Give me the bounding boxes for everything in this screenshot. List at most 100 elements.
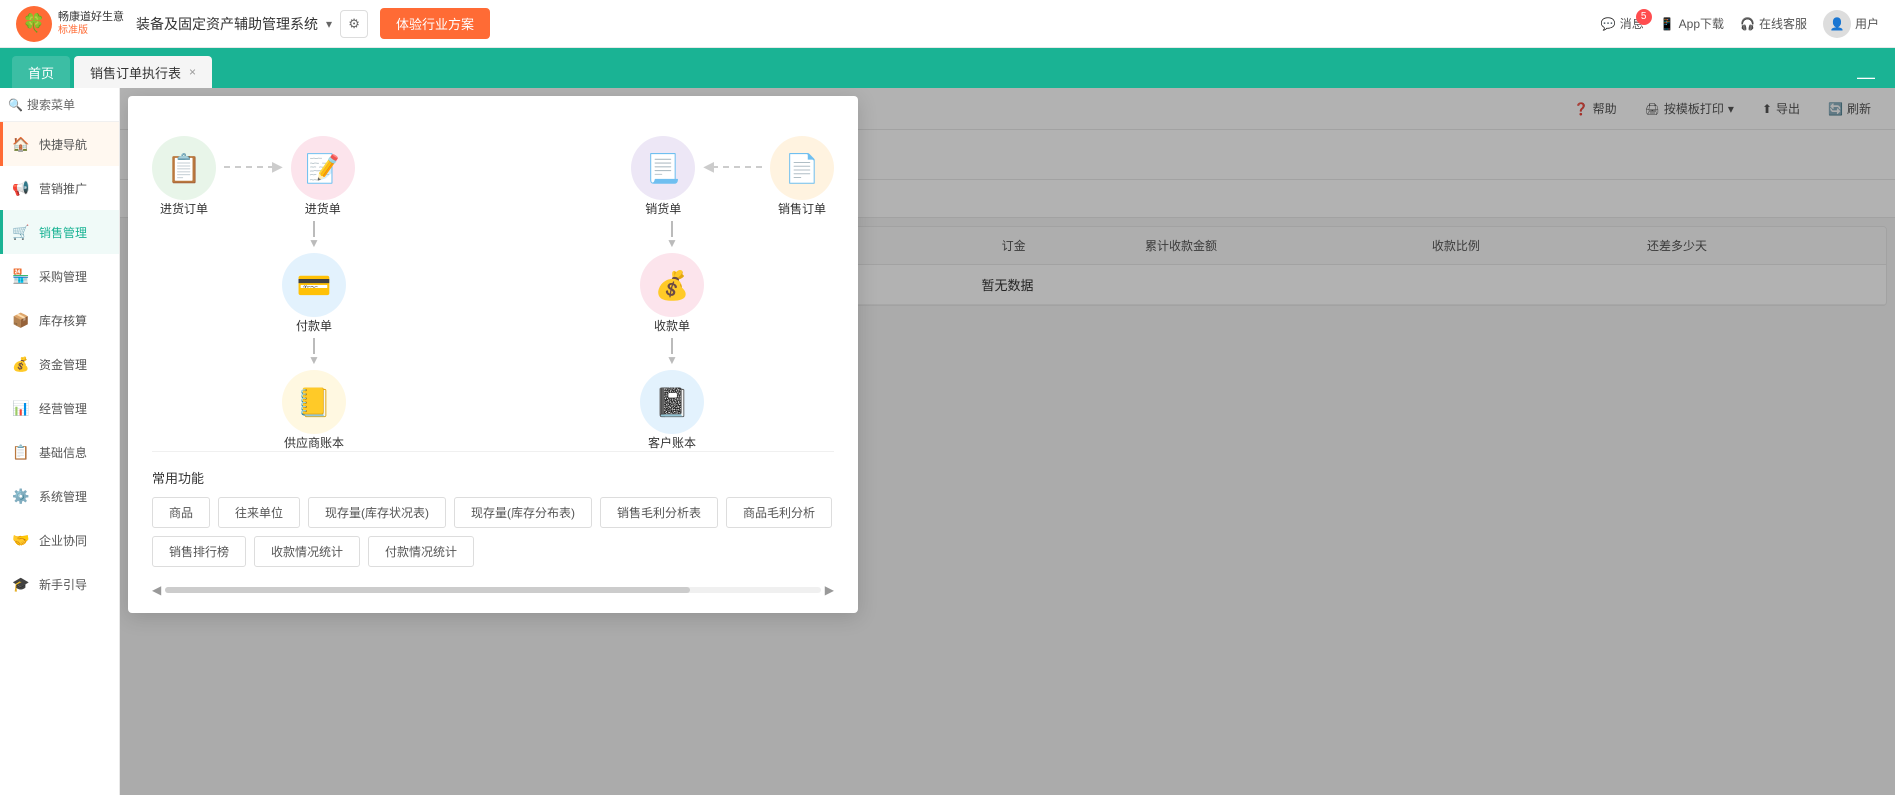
func-buttons: 商品 往来单位 现存量(库存状况表) 现存量(库存分布表) 销售毛利分析表 商品…	[152, 497, 834, 528]
common-funcs-title: 常用功能	[152, 468, 834, 487]
purchase-order-circle: 📋	[152, 136, 216, 200]
experience-btn[interactable]: 体验行业方案	[380, 8, 490, 39]
flow-row-1: 📋 进货订单 ▶ 📝	[152, 136, 834, 217]
payment-bill-icon: 💳	[297, 269, 332, 302]
finance-icon: 💰	[11, 354, 31, 374]
sidebar-item-marketing[interactable]: 📢 营销推广	[0, 166, 119, 210]
sidebar-search[interactable]: 🔍 搜索菜单	[0, 88, 119, 122]
common-funcs: 常用功能 商品 往来单位 现存量(库存状况表) 现存量(库存分布表) 销售毛利分…	[152, 451, 834, 567]
app-download-btn[interactable]: 📱 App下载	[1660, 15, 1724, 32]
flow-item-payment-bill[interactable]: 💳 付款单	[282, 253, 346, 334]
logo-icon: 🍀	[16, 6, 52, 42]
payment-bill-label: 付款单	[296, 317, 332, 334]
purchase-order-icon: 📋	[167, 152, 202, 185]
scroll-right-arrow[interactable]: ▶	[825, 583, 834, 597]
func-btn-goods[interactable]: 商品	[152, 497, 210, 528]
sidebar-item-quick-nav[interactable]: 🏠 快捷导航	[0, 122, 119, 166]
func-buttons-row2: 销售排行榜 收款情况统计 付款情况统计	[152, 536, 834, 567]
sidebar-item-sales[interactable]: 🛒 销售管理	[0, 210, 119, 254]
logo-text: 畅康道好生意 标准版	[58, 10, 124, 37]
basic-info-icon: 📋	[11, 442, 31, 462]
func-btn-sales-profit[interactable]: 销售毛利分析表	[600, 497, 718, 528]
main-layout: 🔍 搜索菜单 🏠 快捷导航 📢 营销推广 🛒 销售管理 🏪 采购管理 📦 库存核…	[0, 88, 1895, 795]
sales-order-circle: 📄	[770, 136, 834, 200]
customer-ledger-label: 客户账本	[648, 434, 696, 451]
tab-home[interactable]: 首页	[12, 56, 70, 88]
purchase-bill-icon: 📝	[305, 152, 340, 185]
sidebar-item-system[interactable]: ⚙️ 系统管理	[0, 474, 119, 518]
tab-sales-order-exec[interactable]: 销售订单执行表 ×	[74, 56, 212, 88]
newbie-icon: 🎓	[11, 574, 31, 594]
receipt-bill-circle: 💰	[640, 253, 704, 317]
flow-row-3: 💳 付款单 💰 收款单	[152, 253, 834, 334]
flow-item-customer-ledger[interactable]: 📓 客户账本	[640, 370, 704, 451]
quick-nav-icon: 🏠	[11, 134, 31, 154]
modal-overlay[interactable]: 📋 进货订单 ▶ 📝	[120, 88, 1895, 795]
arrow-down-receipt: ▼	[640, 338, 704, 366]
message-btn[interactable]: 💬 消息 5	[1601, 15, 1644, 32]
inventory-icon: 📦	[11, 310, 31, 330]
sidebar-item-enterprise[interactable]: 🤝 企业协同	[0, 518, 119, 562]
supplier-ledger-label: 供应商账本	[284, 434, 344, 451]
flow-item-sales-order[interactable]: 📄 销售订单	[770, 136, 834, 217]
payment-bill-circle: 💳	[282, 253, 346, 317]
func-btn-goods-profit[interactable]: 商品毛利分析	[726, 497, 832, 528]
sidebar-item-inventory[interactable]: 📦 库存核算	[0, 298, 119, 342]
settings-icon[interactable]: ⚙	[340, 10, 368, 38]
scroll-thumb	[165, 587, 689, 593]
supplier-ledger-circle: 📒	[282, 370, 346, 434]
dropdown-icon[interactable]: ▾	[326, 17, 332, 31]
arrow-down-payment: ▼	[282, 338, 346, 366]
customer-ledger-icon: 📓	[655, 386, 690, 419]
avatar: 👤	[1823, 10, 1851, 38]
func-btn-receipt-stats[interactable]: 收款情况统计	[254, 536, 360, 567]
operation-icon: 📊	[11, 398, 31, 418]
system-title-area: 装备及固定资产辅助管理系统 ▾ ⚙ 体验行业方案	[136, 8, 1601, 39]
func-btn-stock-dist[interactable]: 现存量(库存分布表)	[454, 497, 592, 528]
user-btn[interactable]: 👤 用户	[1823, 10, 1879, 38]
sales-bill-circle: 📃	[631, 136, 695, 200]
receipt-bill-icon: 💰	[655, 269, 690, 302]
receipt-bill-label: 收款单	[654, 317, 690, 334]
flow-arrows-row2: ▼ ▼	[152, 221, 834, 249]
service-icon: 🎧	[1740, 17, 1755, 31]
flow-item-supplier-ledger[interactable]: 📒 供应商账本	[282, 370, 346, 451]
user-name: 用户	[1855, 15, 1879, 32]
flow-item-purchase-order[interactable]: 📋 进货订单	[152, 136, 216, 217]
scroll-left-arrow[interactable]: ◀	[152, 583, 161, 597]
arrow-down-icon-payment: ▼	[308, 354, 320, 366]
sales-order-icon: 📄	[785, 152, 820, 185]
enterprise-icon: 🤝	[11, 530, 31, 550]
scroll-track[interactable]	[165, 587, 821, 593]
func-btn-sales-ranking[interactable]: 销售排行榜	[152, 536, 246, 567]
flow-item-receipt-bill[interactable]: 💰 收款单	[640, 253, 704, 334]
logo-area: 🍀 畅康道好生意 标准版	[16, 6, 136, 42]
flow-row-5: 📒 供应商账本 📓 客户账本	[152, 370, 834, 451]
minimize-icon[interactable]: —	[1849, 67, 1883, 88]
arrow-right-icon: ▶	[272, 158, 283, 175]
arrow-down-icon-pb: ▼	[308, 237, 320, 249]
func-btn-stock-status[interactable]: 现存量(库存状况表)	[308, 497, 446, 528]
func-btn-payment-stats[interactable]: 付款情况统计	[368, 536, 474, 567]
supplier-ledger-icon: 📒	[297, 386, 332, 419]
sidebar-item-basic-info[interactable]: 📋 基础信息	[0, 430, 119, 474]
flow-arrows-row4: ▼ ▼	[152, 338, 834, 366]
sidebar-item-purchase[interactable]: 🏪 采购管理	[0, 254, 119, 298]
flow-item-purchase-bill[interactable]: 📝 进货单	[291, 136, 355, 217]
system-icon: ⚙️	[11, 486, 31, 506]
tab-close-icon[interactable]: ×	[189, 65, 196, 79]
modal-scrollbar-area: ◀ ▶	[152, 583, 834, 597]
sidebar-item-newbie[interactable]: 🎓 新手引导	[0, 562, 119, 606]
func-btn-partner[interactable]: 往来单位	[218, 497, 300, 528]
sales-order-label: 销售订单	[778, 200, 826, 217]
arrow-down-pb: ▼	[282, 221, 346, 249]
flow-item-sales-bill[interactable]: 📃 销货单	[631, 136, 695, 217]
sidebar-item-operation[interactable]: 📊 经营管理	[0, 386, 119, 430]
sales-bill-label: 销货单	[645, 200, 681, 217]
purchase-icon: 🏪	[11, 266, 31, 286]
arrow-down-sb: ▼	[640, 221, 704, 249]
online-service-btn[interactable]: 🎧 在线客服	[1740, 15, 1807, 32]
search-icon: 🔍	[8, 98, 23, 112]
message-badge: 5	[1636, 9, 1652, 25]
sidebar-item-finance[interactable]: 💰 资金管理	[0, 342, 119, 386]
